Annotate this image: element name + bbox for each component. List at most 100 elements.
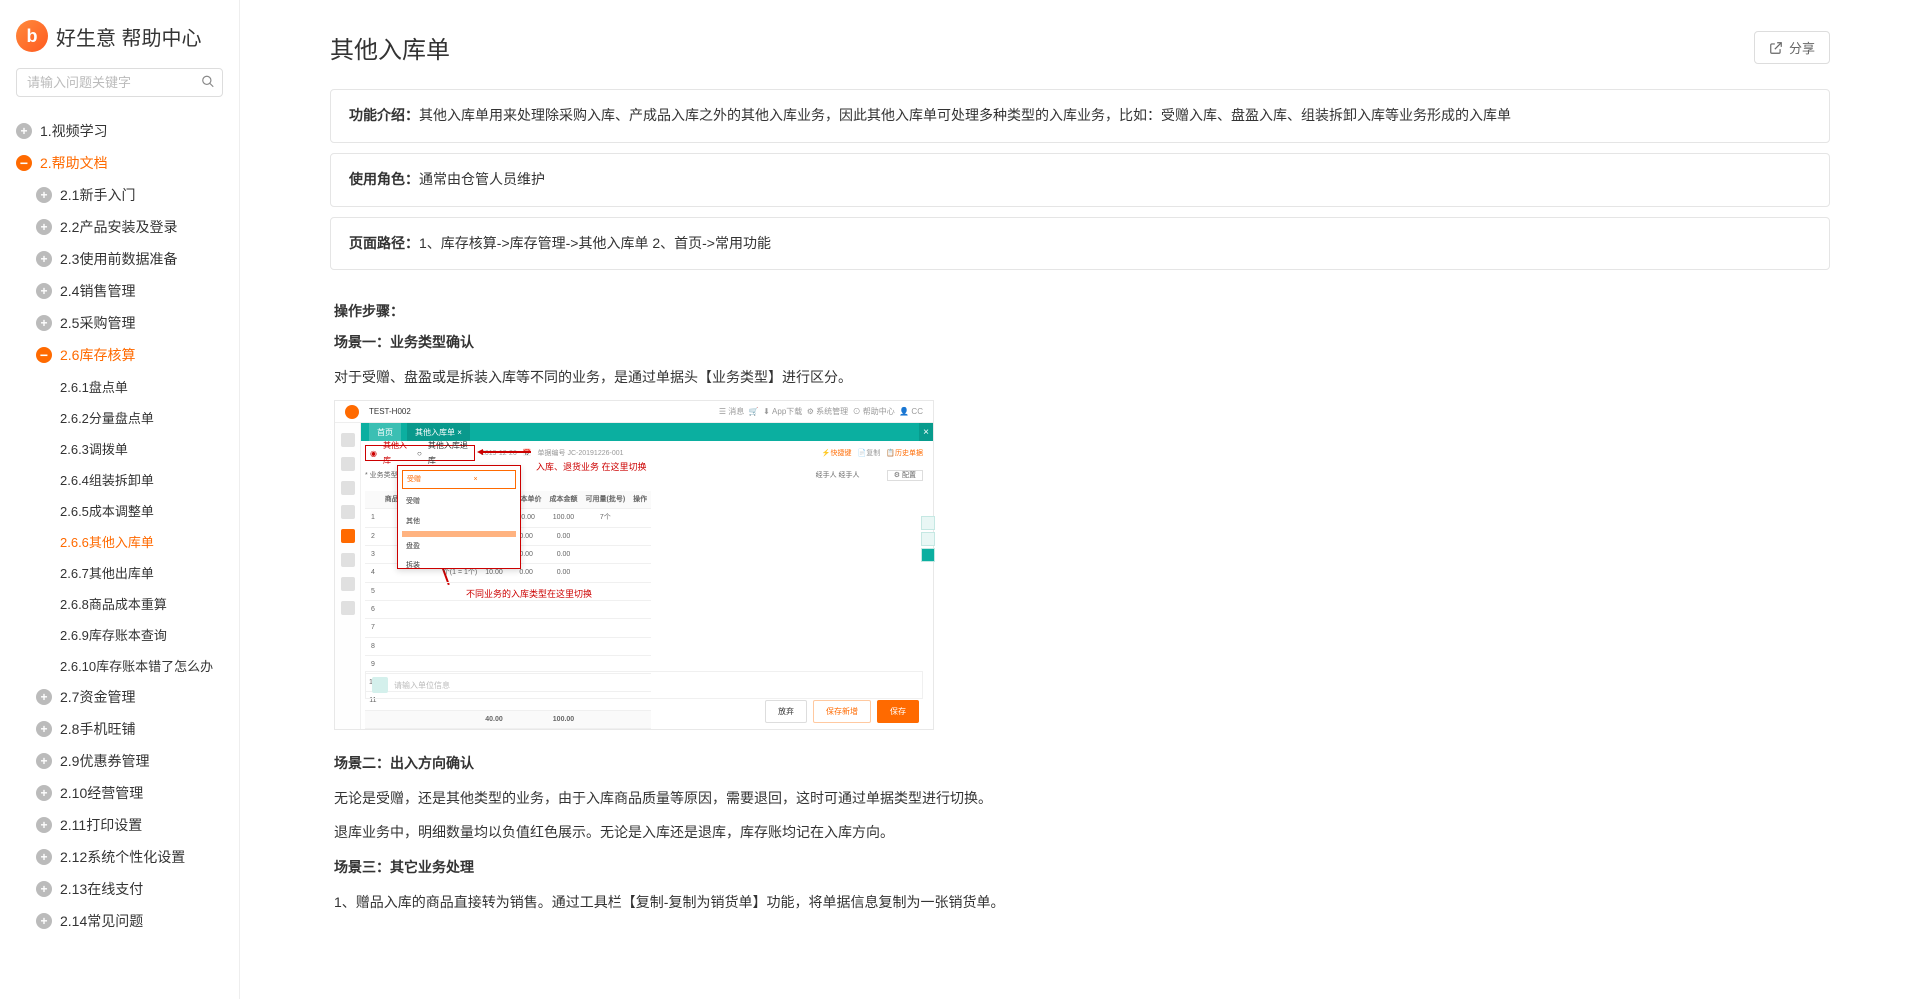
minus-icon: − <box>16 155 32 171</box>
nav-item[interactable]: 2.6.1盘点单 <box>16 371 223 402</box>
embedded-screenshot: TEST-H002 ☰ 消息 🛒 ⬇ App下载 ⚙ 系统管理 ⊙ 帮助中心 👤… <box>334 400 934 730</box>
nav-item-label: 2.12系统个性化设置 <box>60 847 185 867</box>
plus-icon: + <box>36 251 52 267</box>
nav-item-label: 2.6.1盘点单 <box>60 377 128 396</box>
plus-icon: + <box>36 817 52 833</box>
plus-icon: + <box>36 219 52 235</box>
content-body: 操作步骤： 场景一：业务类型确认 对于受赠、盘盈或是拆装入库等不同的业务，是通过… <box>330 280 1830 933</box>
nav-item-label: 2.4销售管理 <box>60 281 135 301</box>
nav-item-label: 2.6.3调拨单 <box>60 439 128 458</box>
logo-icon: b <box>16 20 48 52</box>
nav-item[interactable]: 2.6.2分量盘点单 <box>16 402 223 433</box>
nav-item-label: 2.6.9库存账本查询 <box>60 625 167 644</box>
nav-item[interactable]: 2.6.9库存账本查询 <box>16 619 223 650</box>
nav-item-label: 2.6库存核算 <box>60 345 135 365</box>
scene2-text2: 退库业务中，明细数量均以负值红色展示。无论是入库还是退库，库存账均记在入库方向。 <box>334 819 1826 846</box>
nav-item[interactable]: 2.6.4组装拆卸单 <box>16 464 223 495</box>
nav-item-label: 1.视频学习 <box>40 121 108 141</box>
plus-icon: + <box>36 187 52 203</box>
scene3-text: 1、赠品入库的商品直接转为销售。通过工具栏【复制-复制为销货单】功能，将单据信息… <box>334 889 1826 916</box>
nav-item-label: 2.帮助文档 <box>40 153 108 173</box>
nav-item-label: 2.6.5成本调整单 <box>60 501 154 520</box>
nav-item[interactable]: −2.6库存核算 <box>16 339 223 371</box>
nav-list: +1.视频学习−2.帮助文档+2.1新手入门+2.2产品安装及登录+2.3使用前… <box>16 115 223 937</box>
scene1-text: 对于受赠、盘盈或是拆装入库等不同的业务，是通过单据头【业务类型】进行区分。 <box>334 364 1826 391</box>
nav-item[interactable]: −2.帮助文档 <box>16 147 223 179</box>
plus-icon: + <box>36 315 52 331</box>
nav-item-label: 2.1新手入门 <box>60 185 135 205</box>
nav-item[interactable]: 2.6.5成本调整单 <box>16 495 223 526</box>
nav-item-label: 2.6.8商品成本重算 <box>60 594 167 613</box>
nav-item[interactable]: +2.2产品安装及登录 <box>16 211 223 243</box>
nav-item-label: 2.10经营管理 <box>60 783 143 803</box>
nav-item-label: 2.6.7其他出库单 <box>60 563 154 582</box>
plus-icon: + <box>36 753 52 769</box>
sidebar: b 好生意 帮助中心 +1.视频学习−2.帮助文档+2.1新手入门+2.2产品安… <box>0 0 240 999</box>
nav-item-label: 2.5采购管理 <box>60 313 135 333</box>
page-header: 其他入库单 分享 <box>330 30 1830 65</box>
ss-body: ◉其他入库 ○其他入库退库 2019-12-26 📅 单据编号 JC-20191… <box>361 441 933 729</box>
nav-item[interactable]: +2.5采购管理 <box>16 307 223 339</box>
nav-item[interactable]: +2.14常见问题 <box>16 905 223 937</box>
nav-item[interactable]: +2.10经营管理 <box>16 777 223 809</box>
nav-item[interactable]: +1.视频学习 <box>16 115 223 147</box>
main: 其他入库单 分享 功能介绍：其他入库单用来处理除采购入库、产成品入库之外的其他入… <box>240 0 1920 999</box>
info-path: 页面路径：1、库存核算->库存管理->其他入库单 2、首页->常用功能 <box>330 217 1830 271</box>
plus-icon: + <box>36 881 52 897</box>
share-label: 分享 <box>1789 38 1815 57</box>
nav-item[interactable]: 2.6.10库存账本错了怎么办 <box>16 650 223 681</box>
nav-item[interactable]: 2.6.7其他出库单 <box>16 557 223 588</box>
nav-item-label: 2.6.6其他入库单 <box>60 532 154 551</box>
nav-item[interactable]: +2.9优惠券管理 <box>16 745 223 777</box>
nav-item-label: 2.14常见问题 <box>60 911 143 931</box>
minus-icon: − <box>36 347 52 363</box>
logo-text: 好生意 帮助中心 <box>56 22 202 51</box>
nav-item-label: 2.11打印设置 <box>60 815 142 835</box>
info-role: 使用角色：通常由仓管人员维护 <box>330 153 1830 207</box>
scene2-text1: 无论是受赠，还是其他类型的业务，由于入库商品质量等原因，需要退回，这时可通过单据… <box>334 785 1826 812</box>
nav-item-label: 2.7资金管理 <box>60 687 135 707</box>
page-title: 其他入库单 <box>330 30 450 65</box>
nav-item-label: 2.13在线支付 <box>60 879 143 899</box>
nav-item[interactable]: +2.3使用前数据准备 <box>16 243 223 275</box>
nav-item[interactable]: +2.8手机旺铺 <box>16 713 223 745</box>
ss-sidebar <box>335 423 361 729</box>
info-intro: 功能介绍：其他入库单用来处理除采购入库、产成品入库之外的其他入库业务，因此其他入… <box>330 89 1830 143</box>
search-box <box>16 68 223 97</box>
nav-item-label: 2.6.4组装拆卸单 <box>60 470 154 489</box>
plus-icon: + <box>36 721 52 737</box>
ss-discard-button: 放弃 <box>765 700 807 723</box>
plus-icon: + <box>16 123 32 139</box>
plus-icon: + <box>36 689 52 705</box>
plus-icon: + <box>36 849 52 865</box>
plus-icon: + <box>36 913 52 929</box>
share-button[interactable]: 分享 <box>1754 31 1830 64</box>
plus-icon: + <box>36 785 52 801</box>
share-icon <box>1769 41 1783 55</box>
logo-row: b 好生意 帮助中心 <box>16 20 223 52</box>
nav-item[interactable]: +2.4销售管理 <box>16 275 223 307</box>
nav-item[interactable]: 2.6.6其他入库单 <box>16 526 223 557</box>
nav-item[interactable]: +2.7资金管理 <box>16 681 223 713</box>
nav-item-label: 2.3使用前数据准备 <box>60 249 177 269</box>
search-input[interactable] <box>16 68 223 97</box>
ss-topbar: TEST-H002 ☰ 消息 🛒 ⬇ App下载 ⚙ 系统管理 ⊙ 帮助中心 👤… <box>335 401 933 423</box>
nav-item[interactable]: +2.11打印设置 <box>16 809 223 841</box>
ss-logo-icon <box>345 405 359 419</box>
ss-dropdown: 受赠 × 受赠其他 盘盈拆装 <box>397 465 521 569</box>
nav-item[interactable]: +2.13在线支付 <box>16 873 223 905</box>
nav-item-label: 2.8手机旺铺 <box>60 719 135 739</box>
nav-item[interactable]: +2.1新手入门 <box>16 179 223 211</box>
plus-icon: + <box>36 283 52 299</box>
nav-item-label: 2.2产品安装及登录 <box>60 217 177 237</box>
search-icon[interactable] <box>201 74 215 91</box>
nav-item-label: 2.6.10库存账本错了怎么办 <box>60 656 213 675</box>
nav-item[interactable]: 2.6.8商品成本重算 <box>16 588 223 619</box>
ss-save-button: 保存 <box>877 700 919 723</box>
nav-item[interactable]: +2.12系统个性化设置 <box>16 841 223 873</box>
ss-close-icon: × <box>919 423 933 441</box>
ss-save-new-button: 保存新增 <box>813 700 871 723</box>
nav-item-label: 2.6.2分量盘点单 <box>60 408 154 427</box>
nav-item-label: 2.9优惠券管理 <box>60 751 149 771</box>
nav-item[interactable]: 2.6.3调拨单 <box>16 433 223 464</box>
